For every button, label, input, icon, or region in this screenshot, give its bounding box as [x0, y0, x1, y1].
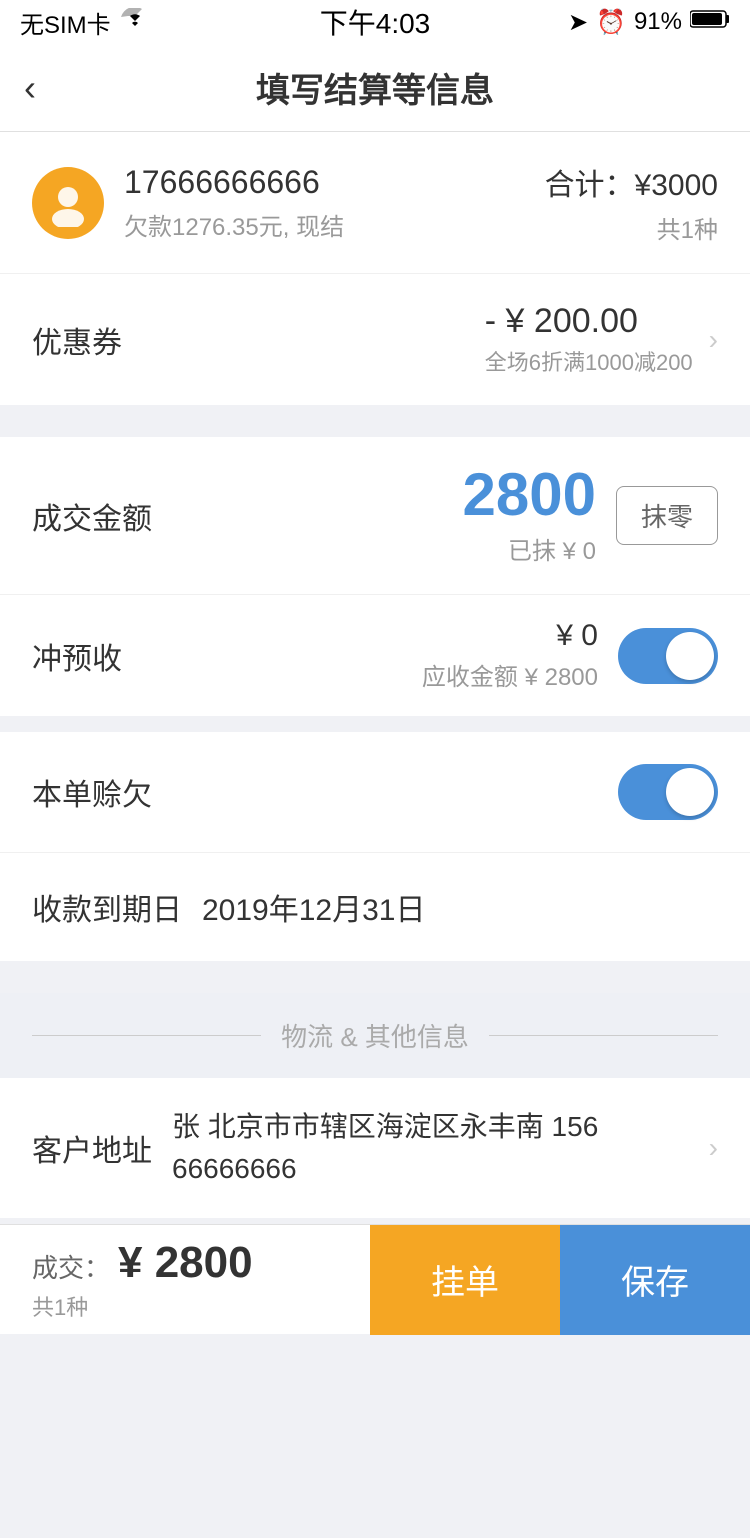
- user-info-card: 17666666666 欠款1276.35元, 现结 合计：¥3000 共1种 …: [0, 132, 750, 405]
- coupon-info: - ¥ 200.00 全场6折满1000减200: [485, 302, 693, 377]
- precollect-label: 冲预收: [32, 634, 122, 678]
- toggle-knob: [666, 632, 714, 680]
- debt-toggle[interactable]: [618, 764, 718, 820]
- bottom-bar: 成交： ¥ 2800 共1种 挂单 保存: [0, 1224, 750, 1334]
- amount-label: 成交金额: [32, 494, 152, 538]
- bottom-summary: 成交： ¥ 2800 共1种: [0, 1238, 370, 1322]
- battery-icon: [690, 8, 730, 36]
- amount-block: 2800 已抹 ¥ 0: [463, 465, 596, 566]
- divider-line-left: [32, 1035, 261, 1036]
- user-debt: 欠款1276.35元, 现结: [124, 207, 344, 242]
- status-time: 下午4:03: [320, 2, 431, 42]
- location-icon: ➤: [568, 8, 588, 37]
- back-button[interactable]: ‹: [24, 67, 36, 109]
- bottom-amount: ¥ 2800: [118, 1238, 253, 1288]
- status-right: ➤ ⏰ 91%: [568, 8, 730, 37]
- bottom-count: 共1种: [32, 1290, 338, 1322]
- status-bar: 无SIM卡 下午4:03 ➤ ⏰ 91%: [0, 0, 750, 44]
- address-value: 张 北京市市辖区海淀区永丰南 156 66666666: [172, 1106, 709, 1190]
- due-date-value: 2019年12月31日: [202, 885, 425, 929]
- precollect-amount-block: ¥ 0 应收金额 ¥ 2800: [422, 619, 598, 692]
- alarm-icon: ⏰: [596, 8, 626, 37]
- amount-row: 成交金额 2800 已抹 ¥ 0 抹零: [0, 437, 750, 594]
- total-count: 共1种: [545, 210, 718, 245]
- status-left: 无SIM卡: [20, 5, 151, 40]
- address-label: 客户地址: [32, 1126, 152, 1170]
- wifi-icon: [119, 8, 151, 37]
- chevron-right-icon: ›: [709, 324, 718, 356]
- amount-right: 2800 已抹 ¥ 0 抹零: [463, 465, 719, 566]
- section-separator: [0, 421, 750, 437]
- debt-label: 本单赊欠: [32, 770, 152, 814]
- address-row[interactable]: 客户地址 张 北京市市辖区海淀区永丰南 156 66666666 ›: [0, 1078, 750, 1218]
- precollect-amount: ¥ 0: [422, 619, 598, 653]
- precollect-toggle[interactable]: [618, 628, 718, 684]
- precollect-right: ¥ 0 应收金额 ¥ 2800: [422, 619, 718, 692]
- hang-button[interactable]: 挂单: [370, 1225, 560, 1335]
- page-title: 填写结算等信息: [256, 63, 494, 112]
- debt-row: 本单赊欠: [0, 732, 750, 852]
- user-info-row: 17666666666 欠款1276.35元, 现结 合计：¥3000 共1种: [0, 132, 750, 273]
- amount-value[interactable]: 2800: [463, 465, 596, 525]
- coupon-right: - ¥ 200.00 全场6折满1000减200 ›: [485, 302, 718, 377]
- coupon-label: 优惠券: [32, 318, 122, 362]
- logistics-label: 物流 & 其他信息: [261, 1017, 489, 1054]
- amount-erased: 已抹 ¥ 0: [463, 531, 596, 566]
- precollect-receivable: 应收金额 ¥ 2800: [422, 657, 598, 692]
- round-button[interactable]: 抹零: [616, 486, 718, 545]
- coupon-row[interactable]: 优惠券 - ¥ 200.00 全场6折满1000减200 ›: [0, 273, 750, 405]
- address-chevron-icon: ›: [709, 1132, 718, 1164]
- debt-section: 本单赊欠 收款到期日 2019年12月31日: [0, 732, 750, 961]
- avatar: [32, 167, 104, 239]
- coupon-desc: 全场6折满1000减200: [485, 345, 693, 377]
- save-button[interactable]: 保存: [560, 1225, 750, 1335]
- section-separator-3: [0, 977, 750, 993]
- user-right: 合计：¥3000 共1种: [545, 160, 718, 245]
- user-info-text: 17666666666 欠款1276.35元, 现结: [124, 164, 344, 242]
- debt-toggle-knob: [666, 768, 714, 816]
- coupon-discount: - ¥ 200.00: [485, 302, 693, 341]
- bottom-deal-label: 成交：: [32, 1248, 110, 1285]
- total-amount: 合计：¥3000: [545, 160, 718, 204]
- divider-line-right: [489, 1035, 718, 1036]
- user-left: 17666666666 欠款1276.35元, 现结: [32, 164, 344, 242]
- amount-section: 成交金额 2800 已抹 ¥ 0 抹零 冲预收 ¥ 0 应收金额 ¥ 2800: [0, 437, 750, 716]
- due-date-label: 收款到期日: [32, 885, 182, 929]
- precollect-row: 冲预收 ¥ 0 应收金额 ¥ 2800: [0, 594, 750, 716]
- sim-status: 无SIM卡: [20, 5, 111, 40]
- user-phone: 17666666666: [124, 164, 344, 201]
- nav-bar: ‹ 填写结算等信息: [0, 44, 750, 132]
- logistics-divider: 物流 & 其他信息: [0, 993, 750, 1078]
- section-separator-2: [0, 716, 750, 732]
- due-date-row: 收款到期日 2019年12月31日: [0, 852, 750, 961]
- battery-level: 91%: [634, 8, 682, 36]
